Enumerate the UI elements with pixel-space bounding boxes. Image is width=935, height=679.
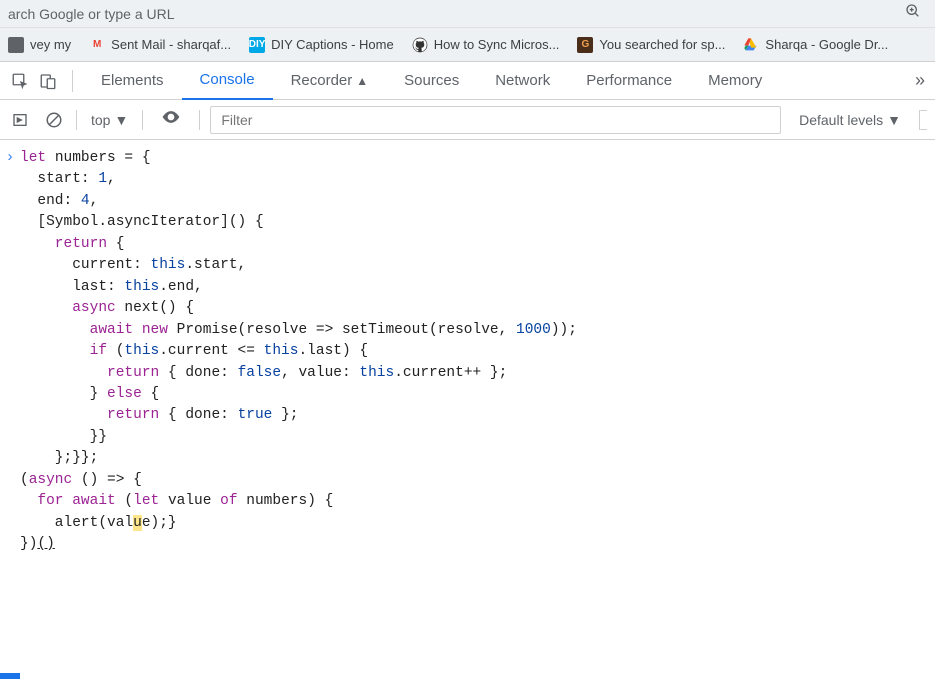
bookmark-item[interactable]: MSent Mail - sharqaf... — [89, 37, 231, 53]
sidebar-toggle-icon[interactable] — [8, 108, 32, 132]
tab-memory[interactable]: Memory — [690, 62, 780, 100]
chevron-down-icon: ▼ — [114, 112, 128, 128]
prompt-icon: › — [0, 148, 20, 169]
address-bar: arch Google or type a URL — [0, 0, 935, 28]
tab-recorder[interactable]: Recorder▲ — [273, 62, 387, 100]
console-content[interactable]: ›let numbers = { start: 1, end: 4, [Symb… — [0, 140, 935, 564]
chevron-down-icon: ▼ — [887, 112, 901, 128]
pin-icon: ▲ — [356, 74, 368, 88]
address-input[interactable]: arch Google or type a URL — [8, 6, 905, 22]
inspect-icon[interactable] — [6, 67, 34, 95]
bookmark-label: You searched for sp... — [599, 37, 725, 52]
divider — [199, 110, 200, 130]
device-toggle-icon[interactable] — [34, 67, 62, 95]
bookmark-item[interactable]: DIYDIY Captions - Home — [249, 37, 394, 53]
bookmark-item[interactable]: vey my — [8, 37, 71, 53]
bookmark-label: DIY Captions - Home — [271, 37, 394, 52]
console-toolbar: top ▼ Default levels ▼ — [0, 100, 935, 140]
tab-network[interactable]: Network — [477, 62, 568, 100]
clear-console-icon[interactable] — [42, 108, 66, 132]
tab-performance[interactable]: Performance — [568, 62, 690, 100]
bookmark-label: How to Sync Micros... — [434, 37, 560, 52]
loading-indicator — [0, 673, 20, 679]
devtools-tabs: ElementsConsoleRecorder▲SourcesNetworkPe… — [0, 62, 935, 100]
bookmark-label: vey my — [30, 37, 71, 52]
tab-console[interactable]: Console — [182, 62, 273, 100]
devtools-panel: ElementsConsoleRecorder▲SourcesNetworkPe… — [0, 62, 935, 564]
divider — [142, 110, 143, 130]
bookmark-label: Sharqa - Google Dr... — [765, 37, 888, 52]
log-levels-selector[interactable]: Default levels ▼ — [791, 112, 909, 128]
bookmarks-bar: vey my MSent Mail - sharqaf... DIYDIY Capt… — [0, 28, 935, 62]
divider — [76, 110, 77, 130]
tab-sources[interactable]: Sources — [386, 62, 477, 100]
bookmark-item[interactable]: How to Sync Micros... — [412, 37, 560, 53]
bookmark-item[interactable]: GYou searched for sp... — [577, 37, 725, 53]
code-input[interactable]: let numbers = { start: 1, end: 4, [Symbo… — [20, 148, 577, 556]
bookmark-item[interactable]: Sharqa - Google Dr... — [743, 37, 888, 53]
context-selector[interactable]: top ▼ — [87, 112, 132, 128]
filter-input[interactable] — [210, 106, 781, 134]
search-zoom-icon[interactable] — [905, 3, 921, 24]
live-expression-icon[interactable] — [153, 107, 189, 132]
more-tabs-icon[interactable]: » — [905, 70, 935, 91]
divider — [72, 70, 73, 92]
bookmark-label: Sent Mail - sharqaf... — [111, 37, 231, 52]
tab-elements[interactable]: Elements — [83, 62, 182, 100]
settings-edge — [919, 110, 927, 130]
